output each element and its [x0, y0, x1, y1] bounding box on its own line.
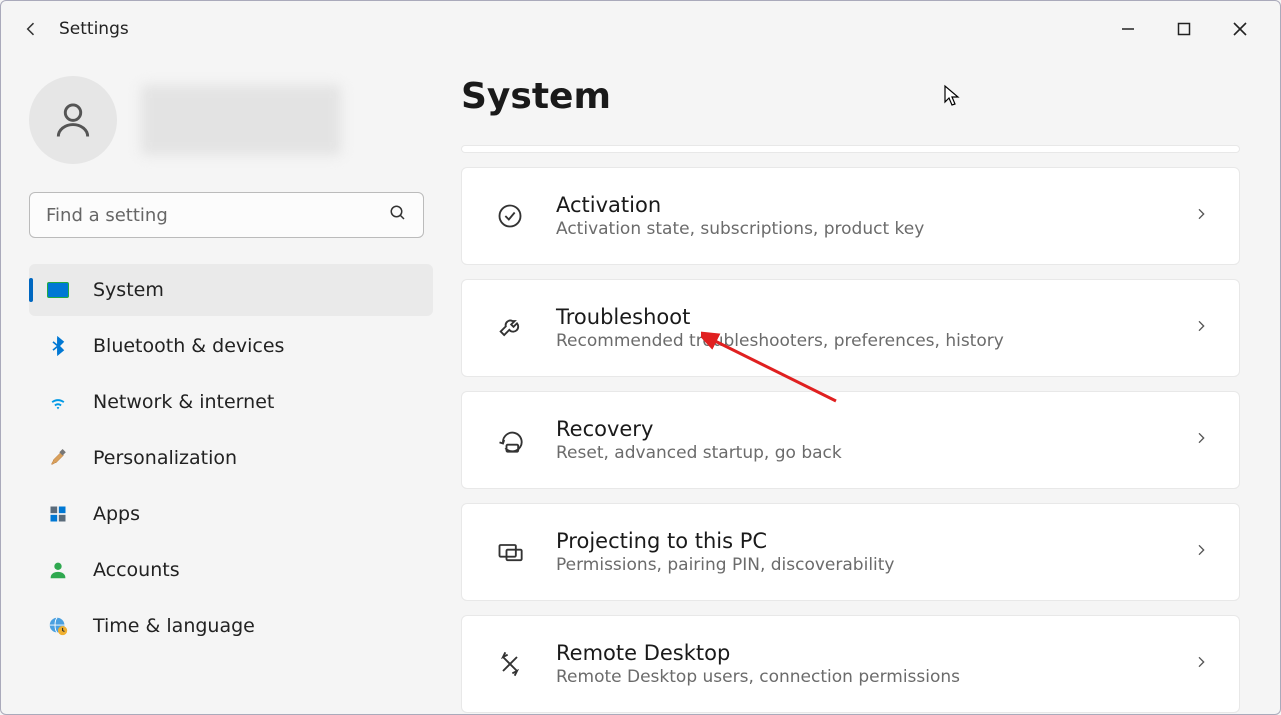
page-title: System [461, 76, 1240, 117]
titlebar: Settings [1, 1, 1280, 56]
card-title: Projecting to this PC [556, 529, 1165, 553]
chevron-right-icon [1193, 206, 1209, 226]
card-remote-desktop[interactable]: Remote Desktop Remote Desktop users, con… [461, 615, 1240, 713]
minimize-button[interactable] [1114, 15, 1142, 43]
card-sub: Recommended troubleshooters, preferences… [556, 331, 1165, 351]
card-title: Remote Desktop [556, 641, 1165, 665]
apps-icon [45, 501, 71, 527]
wifi-icon [45, 389, 71, 415]
nav-item-personalization[interactable]: Personalization [29, 432, 433, 484]
card-projecting[interactable]: Projecting to this PC Permissions, pairi… [461, 503, 1240, 601]
nav-label: Accounts [93, 559, 180, 581]
nav-label: System [93, 279, 164, 301]
chevron-right-icon [1193, 318, 1209, 338]
card-sub: Permissions, pairing PIN, discoverabilit… [556, 555, 1165, 575]
partial-card-top[interactable] [461, 145, 1240, 153]
projecting-icon [492, 538, 528, 566]
nav-item-time-language[interactable]: Time & language [29, 600, 433, 652]
card-sub: Remote Desktop users, connection permiss… [556, 667, 1165, 687]
window-title: Settings [59, 19, 129, 39]
chevron-right-icon [1193, 542, 1209, 562]
wrench-icon [492, 314, 528, 342]
check-circle-icon [492, 202, 528, 230]
sidebar: System Bluetooth & devices Network & int… [1, 56, 461, 714]
nav-label: Time & language [93, 615, 255, 637]
back-button[interactable] [15, 13, 47, 45]
nav-label: Network & internet [93, 391, 274, 413]
nav-item-bluetooth[interactable]: Bluetooth & devices [29, 320, 433, 372]
nav-label: Apps [93, 503, 140, 525]
chevron-right-icon [1193, 430, 1209, 450]
card-title: Troubleshoot [556, 305, 1165, 329]
main-panel: System Activation Activation state, subs… [461, 56, 1280, 714]
card-activation[interactable]: Activation Activation state, subscriptio… [461, 167, 1240, 265]
profile-block[interactable] [29, 76, 433, 164]
card-troubleshoot[interactable]: Troubleshoot Recommended troubleshooters… [461, 279, 1240, 377]
avatar [29, 76, 117, 164]
search-input[interactable] [46, 205, 389, 226]
window-controls [1114, 15, 1266, 43]
card-sub: Reset, advanced startup, go back [556, 443, 1165, 463]
search-box[interactable] [29, 192, 424, 238]
card-recovery[interactable]: Recovery Reset, advanced startup, go bac… [461, 391, 1240, 489]
card-title: Activation [556, 193, 1165, 217]
brush-icon [45, 445, 71, 471]
nav-item-system[interactable]: System [29, 264, 433, 316]
recovery-icon [492, 426, 528, 454]
nav-item-apps[interactable]: Apps [29, 488, 433, 540]
nav-label: Bluetooth & devices [93, 335, 284, 357]
profile-name-blurred [141, 85, 341, 155]
chevron-right-icon [1193, 654, 1209, 674]
nav-label: Personalization [93, 447, 237, 469]
system-icon [45, 277, 71, 303]
search-icon [389, 204, 407, 226]
nav-item-network[interactable]: Network & internet [29, 376, 433, 428]
person-icon [45, 557, 71, 583]
close-button[interactable] [1226, 15, 1254, 43]
nav-list: System Bluetooth & devices Network & int… [29, 264, 433, 652]
card-title: Recovery [556, 417, 1165, 441]
maximize-button[interactable] [1170, 15, 1198, 43]
card-sub: Activation state, subscriptions, product… [556, 219, 1165, 239]
nav-item-accounts[interactable]: Accounts [29, 544, 433, 596]
globe-clock-icon [45, 613, 71, 639]
remote-desktop-icon [492, 650, 528, 678]
bluetooth-icon [45, 333, 71, 359]
